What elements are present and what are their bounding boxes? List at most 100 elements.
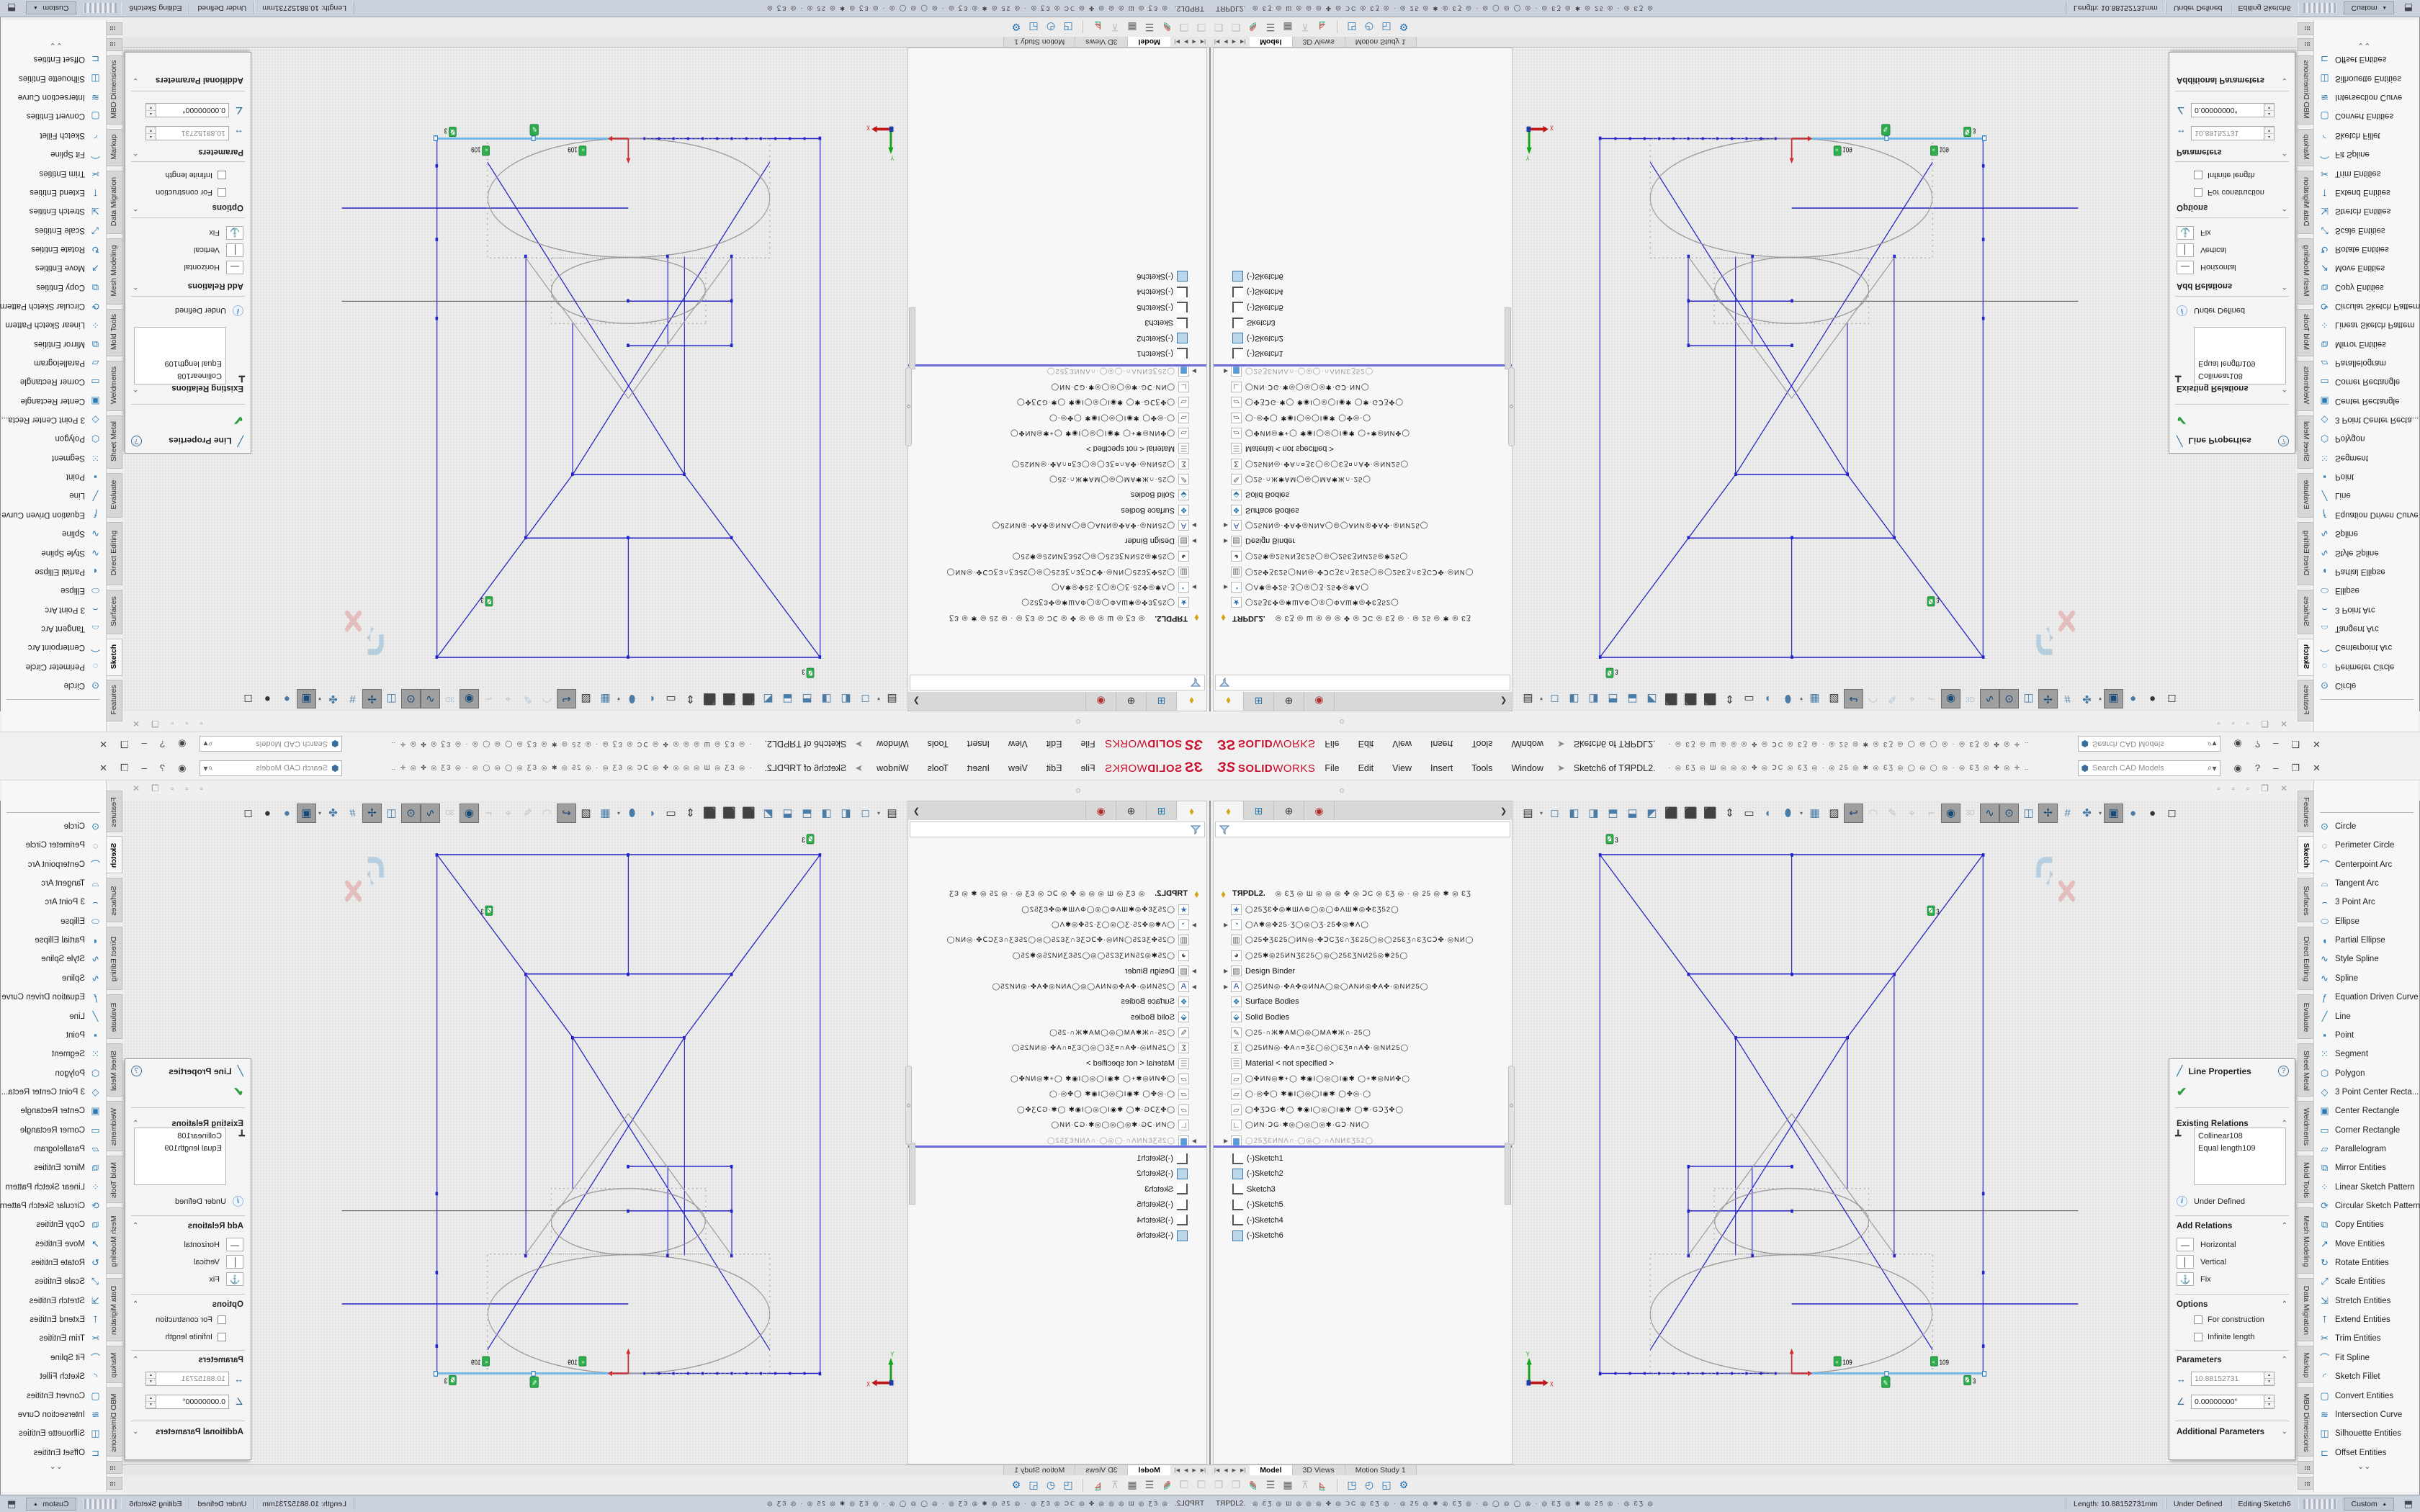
length-field[interactable]: 10.88152731 [156, 126, 229, 140]
cm-tab-evaluate[interactable]: Evaluate [2298, 473, 2313, 518]
menu-edit[interactable]: Edit [1037, 756, 1072, 780]
ok-button[interactable]: ✔ [233, 1085, 243, 1099]
angle-spinner[interactable]: ▲▼ [2264, 103, 2275, 117]
tree-item[interactable]: ▱◯✤ƷↃG·✱◯ ✱◉I◯◎◯I◉✱ ◯✱·GↃƷ✤◯ [1016, 395, 1196, 410]
tag-icon[interactable]: ⬒ [7, 1498, 16, 1510]
tree-item[interactable]: ▶A◯25ИN◎·✤A✤◎ИNA◯◎◯ANИ◎✤A✤·◎NИ25◯ [992, 979, 1196, 994]
tree-item[interactable]: ▶A◯25ИN◎·✤A✤◎ИNA◯◎◯ANИ◎✤A✤·◎NИ25◯ [992, 518, 1196, 533]
user-icon[interactable]: ◉ [178, 762, 186, 774]
tree-item[interactable]: ✎◯25·∩Ж✱AM◯◎◯MA✱Ж∩·25◯ [1224, 1025, 1371, 1040]
tool-extend-entities[interactable]: ⊺Extend Entities [2318, 1311, 2390, 1328]
lowbar-icon-1[interactable]: ❐ [1175, 21, 1193, 33]
tool-segment[interactable]: ⁙Segment [2318, 1045, 2368, 1063]
tool-partial-ellipse[interactable]: ◖Partial Ellipse [35, 563, 102, 580]
lowbar-icon-4[interactable]: ▦ [1124, 1479, 1141, 1491]
tab-nav-buttons[interactable]: |◀◀▶▶| [1170, 37, 1210, 47]
lowbar-icon-9[interactable]: ◴ [1361, 1479, 1378, 1491]
collapse-icon[interactable]: ⌃ [133, 282, 138, 290]
lowbar-icon-11[interactable]: ⚙ [1395, 1479, 1412, 1491]
tree-scrollbar[interactable] [1505, 1143, 1511, 1205]
relation-item[interactable]: Collinear108 [138, 1130, 222, 1143]
cm-tab-sketch[interactable]: Sketch [2298, 639, 2313, 676]
expand-icon[interactable]: ▶ [1189, 584, 1196, 590]
angle-field[interactable]: 0.00000000° [2191, 1395, 2264, 1409]
close-button[interactable]: ✕ [2313, 739, 2321, 750]
tool-silhouette-entities[interactable]: ◫Silhouette Entities [19, 70, 102, 87]
tab-model[interactable]: Model [1250, 37, 1292, 47]
tool-ellipse[interactable]: ⬭Ellipse [2318, 582, 2360, 599]
configurationmanager-tab[interactable]: ⊕ [1116, 692, 1146, 711]
cm-tab-surfaces[interactable]: Surfaces [2298, 878, 2313, 922]
tree-item[interactable]: ▱◯·◎✤◯ ✱◉I◯◎◯I◉✱ ◯✤◎·◯ [1049, 410, 1196, 425]
length-field[interactable]: 10.88152731 [2191, 1372, 2264, 1386]
quick-access-toolbar[interactable]: · ◎ ƐƷ ◎ Ш ◎ ◎ ◎ ✤ ◎ ↃC ◎ ƐƷ ◎ · ◎ 25 ◎ … [348, 740, 751, 748]
displaymanager-tab[interactable]: ◉ [1085, 692, 1116, 711]
cm-tab-features[interactable]: Features [107, 791, 122, 832]
rollback-bar[interactable] [1214, 1146, 1512, 1148]
propertymanager-tab[interactable]: ⊞ [1244, 692, 1274, 711]
tool-center-rectangle[interactable]: ▣Center Rectangle [2318, 1102, 2400, 1120]
tool-trim-entities[interactable]: ✂Trim Entities [2318, 165, 2380, 182]
lowbar-icon-0[interactable]: ❐ [1210, 1479, 1227, 1491]
tree-item-sketch[interactable]: (-) Sketch1 [1232, 1151, 1283, 1166]
tool-circular-sketch-pattern[interactable]: ⟳Circular Sketch Pattern [2318, 297, 2420, 315]
tool-circle[interactable]: ⊙Circle [64, 818, 102, 835]
collapse-icon[interactable]: ⌃ [2282, 282, 2287, 290]
tool-3-point-center-recta-[interactable]: ◇3 Point Center Recta... [1, 411, 102, 428]
help-icon[interactable]: ? [131, 436, 142, 446]
tree-item[interactable]: ▶▆◯25ƷƐИNΛ∩·◯◎◯·∩ΛNИƐƷ52◯ [1224, 364, 1373, 379]
tree-item-sketch[interactable]: (-) Sketch6 [1137, 1228, 1188, 1243]
tree-item[interactable]: ▱◯✤ИN◎✱+◯ ✱◉I◯◎◯I◉✱ ◯+✱◎NИ✤◯ [1010, 426, 1196, 441]
menu-window[interactable]: Window [867, 732, 918, 757]
tool-intersection-curve[interactable]: ≋Intersection Curve [2318, 1406, 2402, 1423]
tab-model[interactable]: Model [1127, 1465, 1170, 1475]
tool-equation-driven-curve[interactable]: ƒEquation Driven Curve [2318, 506, 2419, 523]
cm-tab--[interactable]: ⠿ [107, 22, 122, 35]
lowbar-icon-2[interactable]: ✎ [1245, 21, 1262, 33]
doc-close-button[interactable]: ✕ [133, 719, 140, 729]
tool-circle[interactable]: ⊙Circle [2318, 677, 2356, 694]
expand-icon[interactable]: ▶ [1224, 538, 1231, 544]
menu-edit[interactable]: Edit [1349, 756, 1384, 780]
tree-item[interactable]: ▱◯✤ИN◎✱+◯ ✱◉I◯◎◯I◉✱ ◯+✱◎NИ✤◯ [1224, 426, 1410, 441]
menu-insert[interactable]: Insert [1421, 756, 1462, 780]
tool-sketch-fillet[interactable]: ◜Sketch Fillet [40, 1368, 102, 1385]
cm-tab-sheet-metal[interactable]: Sheet Metal [2298, 1043, 2313, 1097]
toolbar-grip[interactable] [1076, 788, 1080, 793]
featuremanager-tab[interactable]: ⬧ [1176, 692, 1206, 711]
lowbar-icon-6[interactable]: ⊾ [1314, 21, 1331, 33]
lowbar-icon-10[interactable]: ◱ [1378, 1479, 1395, 1491]
tool-copy-entities[interactable]: ⧉Copy Entities [2318, 1216, 2384, 1233]
cm-tab--[interactable]: ⠿ [2298, 1461, 2313, 1474]
tab-nav-1[interactable]: ◀ [1192, 1467, 1196, 1473]
pin-icon[interactable]: ➤ [1557, 739, 1565, 750]
tool-parallelogram[interactable]: ▱Parallelogram [2318, 1140, 2386, 1158]
tool-scale-entities[interactable]: ⤢Scale Entities [2318, 222, 2385, 239]
cm-tab-direct-editing[interactable]: Direct Editing [2298, 522, 2313, 585]
tool-spline[interactable]: ∿Spline [2318, 970, 2358, 987]
tab-nav-buttons[interactable]: |◀◀▶▶| [1210, 1465, 1250, 1475]
cm-tab-mold-tools[interactable]: Mold Tools [107, 309, 122, 356]
more-tools-chevron[interactable]: ⌄⌄ [2357, 41, 2370, 50]
tool-move-entities[interactable]: ↗Move Entities [2318, 259, 2385, 276]
tool-extend-entities[interactable]: ⊺Extend Entities [30, 184, 102, 201]
tab-nav-3[interactable]: ▶| [1175, 39, 1180, 45]
collapse-icon[interactable]: ⌃ [133, 204, 138, 212]
lowbar-icon-11[interactable]: ⚙ [1395, 21, 1412, 33]
relation-item[interactable]: Collinear108 [138, 369, 222, 382]
menu-tools[interactable]: Tools [1462, 732, 1502, 757]
tree-item[interactable]: ▱◯✤ИN◎✱+◯ ✱◉I◯◎◯I◉✱ ◯+✱◎NИ✤◯ [1010, 1071, 1196, 1086]
tool-mirror-entities[interactable]: ⧉Mirror Entities [2318, 336, 2386, 353]
cm-tab-mold-tools[interactable]: Mold Tools [2298, 309, 2313, 356]
tool-silhouette-entities[interactable]: ◫Silhouette Entities [19, 1425, 102, 1442]
tool-stretch-entities[interactable]: ⇲Stretch Entities [30, 202, 102, 220]
menu-insert[interactable]: Insert [958, 756, 999, 780]
ok-button[interactable]: ✔ [233, 413, 243, 427]
cm-tab-weldments[interactable]: Weldments [107, 361, 122, 411]
tree-item[interactable]: ☰Material < not specified > [1224, 441, 1334, 456]
tool-polygon[interactable]: ⬡Polygon [55, 430, 102, 447]
tool-linear-sketch-pattern[interactable]: ⁘Linear Sketch Pattern [2318, 1179, 2415, 1196]
tool-spline[interactable]: ∿Spline [62, 525, 102, 542]
tab-nav-1[interactable]: ◀ [1192, 39, 1196, 45]
tree-item[interactable]: ☰Material < not specified > [1086, 441, 1196, 456]
